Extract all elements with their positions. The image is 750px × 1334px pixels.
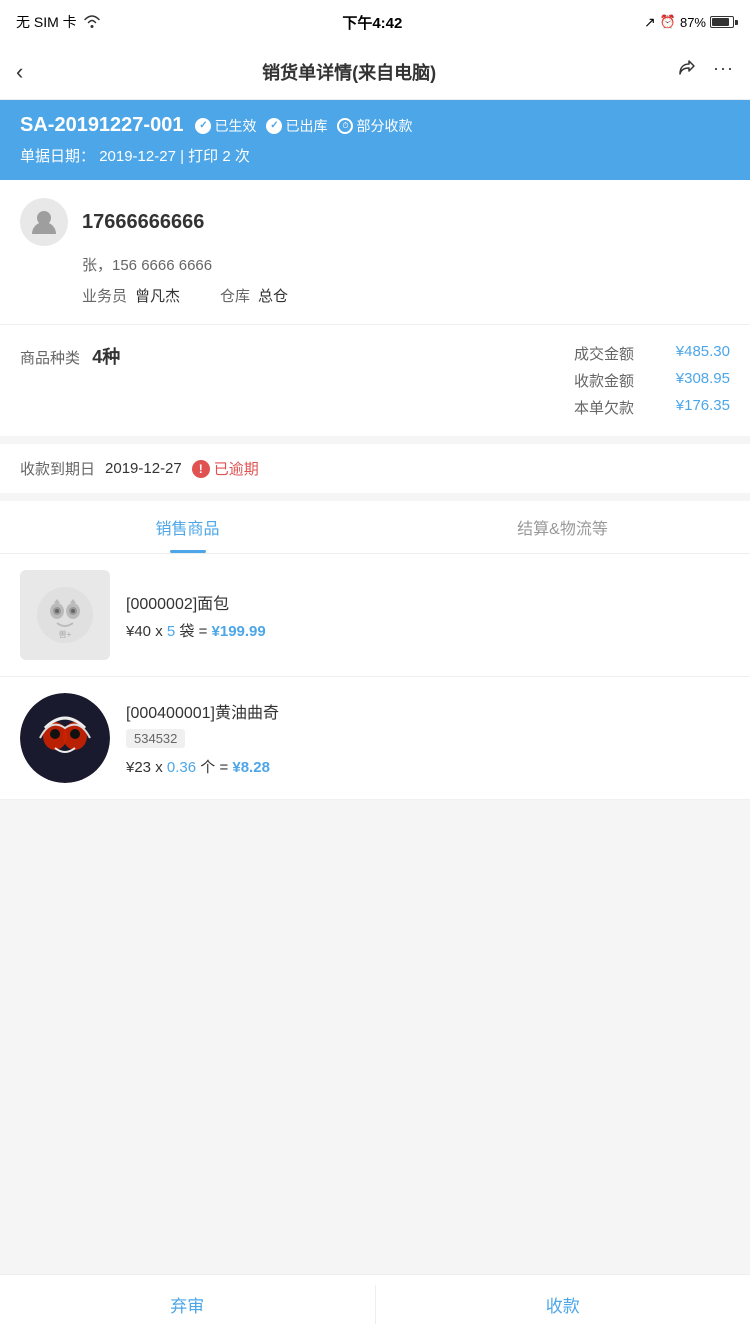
carrier-text: 无 SIM 卡 bbox=[16, 12, 77, 32]
tag-effective: ✓ 已生效 bbox=[195, 116, 256, 136]
battery-icon bbox=[710, 16, 734, 28]
product-type-info: 商品种类 4种 bbox=[20, 343, 120, 369]
back-button[interactable]: ‹ bbox=[16, 59, 23, 85]
tab-sales-products[interactable]: 销售商品 bbox=[0, 501, 375, 553]
financial-stats: 成交金额 ¥485.30 收款金额 ¥308.95 本单欠款 ¥176.35 bbox=[574, 343, 730, 418]
total-2: ¥8.28 bbox=[232, 759, 270, 776]
check-icon-2: ✓ bbox=[266, 118, 282, 134]
collection-row: 收款金额 ¥308.95 bbox=[574, 370, 730, 391]
product-name-2: [000400001]黄油曲奇 bbox=[126, 699, 730, 723]
tag-shipped: ✓ 已出库 bbox=[266, 116, 327, 136]
product-item-2: [000400001]黄油曲奇 534532 ¥23 x 0.36 个 = ¥8… bbox=[0, 677, 750, 800]
amount-row: 成交金额 ¥485.30 bbox=[574, 343, 730, 364]
order-status-tags: ✓ 已生效 ✓ 已出库 ⏱ 部分收款 bbox=[195, 116, 412, 136]
tag-partial-payment: ⏱ 部分收款 bbox=[337, 116, 412, 136]
stats-section: 商品种类 4种 成交金额 ¥485.30 收款金额 ¥308.95 本单欠款 ¥… bbox=[0, 325, 750, 444]
order-number: SA-20191227-001 bbox=[20, 114, 183, 137]
status-bar: 无 SIM 卡 下午4:42 ↗ ⏰ 87% bbox=[0, 0, 750, 44]
clock-icon: ⏱ bbox=[337, 118, 353, 134]
total-1: ¥199.99 bbox=[212, 623, 266, 640]
overdue-warning-icon: ! bbox=[192, 460, 210, 478]
debt-row: 本单欠款 ¥176.35 bbox=[574, 397, 730, 418]
alarm-icon: ⏰ bbox=[660, 14, 676, 30]
share-icon[interactable] bbox=[675, 58, 697, 86]
location-icon: ↗ bbox=[644, 14, 656, 31]
product-thumb-2 bbox=[20, 693, 110, 783]
status-time: 下午4:42 bbox=[342, 12, 402, 33]
product-info-1: [0000002]面包 ¥40 x 5 袋 = ¥199.99 bbox=[126, 590, 730, 641]
warehouse: 仓库 总仓 bbox=[220, 285, 288, 306]
customer-meta: 业务员 曾凡杰 仓库 总仓 bbox=[20, 285, 730, 306]
cancel-review-button[interactable]: 弃审 bbox=[0, 1275, 375, 1334]
page-title: 销货单详情(来自电脑) bbox=[262, 59, 436, 85]
status-carrier: 无 SIM 卡 bbox=[16, 12, 101, 32]
battery-text: 87% bbox=[680, 15, 706, 30]
overdue-text: 已逾期 bbox=[214, 458, 259, 479]
status-indicators: ↗ ⏰ 87% bbox=[644, 14, 734, 31]
bottom-bar: 弃审 收款 bbox=[0, 1274, 750, 1334]
overdue-badge: ! 已逾期 bbox=[192, 458, 259, 479]
product-price-2: ¥23 x 0.36 个 = ¥8.28 bbox=[126, 756, 730, 777]
due-date-section: 收款到期日 2019-12-27 ! 已逾期 bbox=[0, 444, 750, 501]
product-item-1: 兽+ [0000002]面包 ¥40 x 5 袋 = ¥199.99 bbox=[0, 554, 750, 677]
product-sku-2: 534532 bbox=[126, 729, 185, 748]
tabs: 销售商品 结算&物流等 bbox=[0, 501, 750, 554]
product-list: 兽+ [0000002]面包 ¥40 x 5 袋 = ¥199.99 bbox=[0, 554, 750, 800]
customer-id: 17666666666 bbox=[82, 211, 204, 234]
sales-person: 业务员 曾凡杰 bbox=[82, 285, 180, 306]
qty-2: 0.36 bbox=[167, 759, 196, 776]
svg-text:兽+: 兽+ bbox=[59, 629, 72, 639]
check-icon: ✓ bbox=[195, 118, 211, 134]
product-info-2: [000400001]黄油曲奇 534532 ¥23 x 0.36 个 = ¥8… bbox=[126, 699, 730, 777]
nav-actions: ··· bbox=[675, 58, 734, 86]
collect-payment-button[interactable]: 收款 bbox=[376, 1275, 750, 1334]
customer-avatar bbox=[20, 198, 68, 246]
customer-section: 17666666666 张，156 6666 6666 业务员 曾凡杰 仓库 总… bbox=[0, 180, 750, 325]
tab-settlement-logistics[interactable]: 结算&物流等 bbox=[375, 501, 750, 553]
order-date-line: 单据日期： 2019-12-27 | 打印 2 次 bbox=[20, 145, 730, 166]
customer-phone: 张，156 6666 6666 bbox=[20, 254, 730, 275]
wifi-icon bbox=[83, 14, 101, 31]
more-icon[interactable]: ··· bbox=[713, 58, 734, 86]
product-price-1: ¥40 x 5 袋 = ¥199.99 bbox=[126, 620, 730, 641]
nav-bar: ‹ 销货单详情(来自电脑) ··· bbox=[0, 44, 750, 100]
order-header-banner: SA-20191227-001 ✓ 已生效 ✓ 已出库 ⏱ 部分收款 单据日期：… bbox=[0, 100, 750, 180]
product-thumb-1: 兽+ bbox=[20, 570, 110, 660]
product-name-1: [0000002]面包 bbox=[126, 590, 730, 614]
qty-1: 5 bbox=[167, 623, 175, 640]
